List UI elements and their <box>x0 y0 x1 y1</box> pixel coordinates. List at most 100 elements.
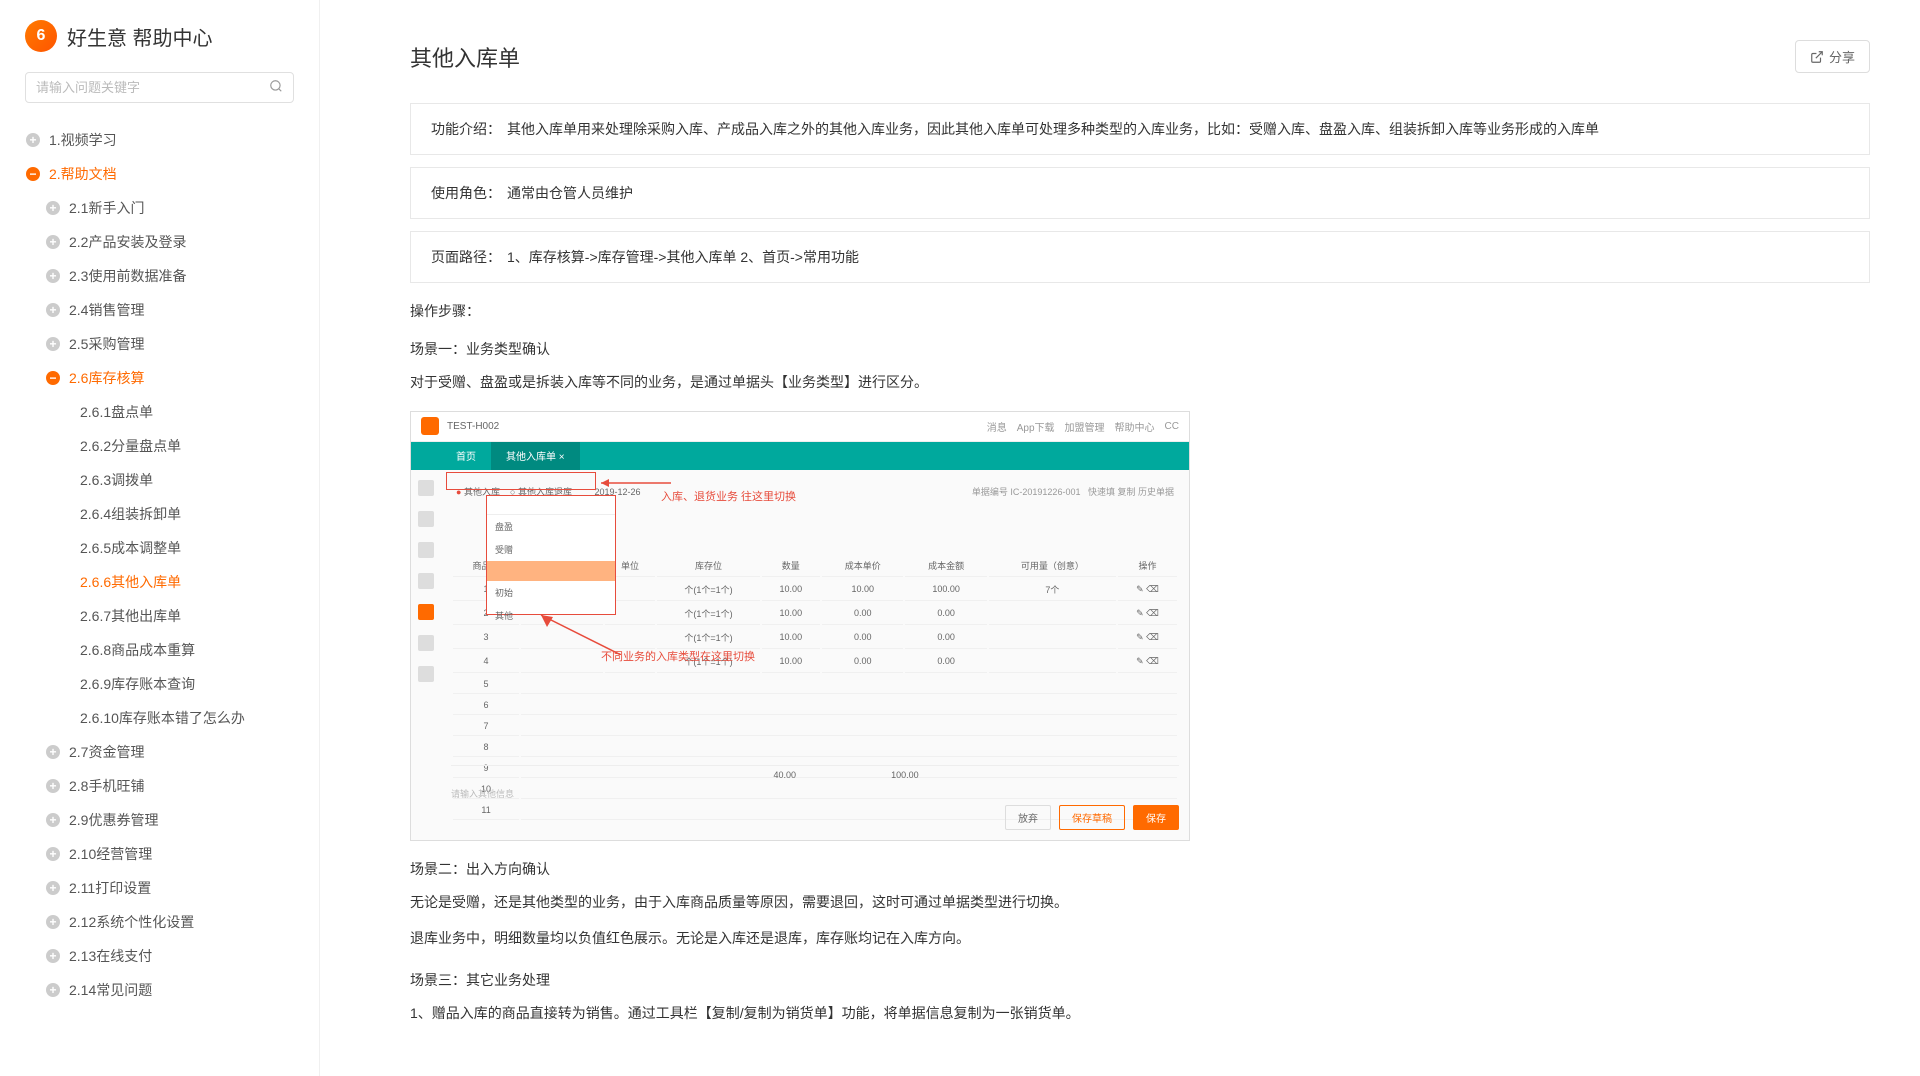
plus-icon: + <box>45 982 61 998</box>
nav-item[interactable]: +2.11打印设置 <box>25 871 294 905</box>
sidebar: 6 好生意 帮助中心 +1.视频学习−2.帮助文档+2.1新手入门+2.2产品安… <box>0 0 320 1076</box>
nav-label: 2.13在线支付 <box>69 946 152 966</box>
nav-item[interactable]: 2.6.1盘点单 <box>25 395 294 429</box>
nav-label: 2.6.9库存账本查询 <box>80 674 195 694</box>
nav-item[interactable]: 2.6.9库存账本查询 <box>25 667 294 701</box>
nav-label: 2.帮助文档 <box>49 164 117 184</box>
nav-label: 2.14常见问题 <box>69 980 152 1000</box>
nav-label: 2.6.7其他出库单 <box>80 606 181 626</box>
nav-label: 2.6库存核算 <box>69 368 144 388</box>
plus-icon: + <box>25 132 41 148</box>
nav-item[interactable]: +2.14常见问题 <box>25 973 294 1007</box>
nav-item[interactable]: 2.6.4组装拆卸单 <box>25 497 294 531</box>
plus-icon: + <box>45 778 61 794</box>
nav-item[interactable]: 2.6.3调拨单 <box>25 463 294 497</box>
search-box[interactable] <box>25 72 294 103</box>
nav-item[interactable]: +2.7资金管理 <box>25 735 294 769</box>
role-block: 使用角色： 通常由仓管人员维护 <box>410 167 1870 219</box>
path-label: 页面路径： <box>431 249 501 265</box>
scene3-title: 场景三：其它业务处理 <box>410 970 1870 990</box>
scene2-line1: 无论是受赠，还是其他类型的业务，由于入库商品质量等原因，需要退回，这时可通过单据… <box>410 889 1870 916</box>
nav-label: 2.6.1盘点单 <box>80 402 153 422</box>
nav-item[interactable]: 2.6.6其他入库单 <box>25 565 294 599</box>
plus-icon: + <box>45 880 61 896</box>
nav-item[interactable]: +2.2产品安装及登录 <box>25 225 294 259</box>
nav-item[interactable]: +2.12系统个性化设置 <box>25 905 294 939</box>
screenshot-image: TEST-H002 消息App下载加盟管理帮助中心CC 首页其他入库单 × ● … <box>410 411 1190 841</box>
share-button[interactable]: 分享 <box>1795 40 1870 73</box>
brand-logo[interactable]: 6 好生意 帮助中心 <box>25 20 294 52</box>
nav-label: 2.5采购管理 <box>69 334 144 354</box>
page-title: 其他入库单 <box>410 41 520 73</box>
nav-tree: +1.视频学习−2.帮助文档+2.1新手入门+2.2产品安装及登录+2.3使用前… <box>25 123 294 1007</box>
scene2-title: 场景二：出入方向确认 <box>410 859 1870 879</box>
path-block: 页面路径： 1、库存核算->库存管理->其他入库单 2、首页->常用功能 <box>410 231 1870 283</box>
nav-label: 2.6.2分量盘点单 <box>80 436 181 456</box>
intro-text: 其他入库单用来处理除采购入库、产成品入库之外的其他入库业务，因此其他入库单可处理… <box>507 121 1599 137</box>
plus-icon: + <box>45 948 61 964</box>
nav-item[interactable]: +2.5采购管理 <box>25 327 294 361</box>
nav-item[interactable]: +2.9优惠券管理 <box>25 803 294 837</box>
nav-item[interactable]: +2.4销售管理 <box>25 293 294 327</box>
minus-icon: − <box>25 166 41 182</box>
share-label: 分享 <box>1829 47 1855 66</box>
nav-label: 2.9优惠券管理 <box>69 810 158 830</box>
plus-icon: + <box>45 744 61 760</box>
share-icon <box>1810 50 1824 64</box>
nav-item[interactable]: +2.3使用前数据准备 <box>25 259 294 293</box>
nav-label: 2.6.4组装拆卸单 <box>80 504 181 524</box>
role-label: 使用角色： <box>431 185 501 201</box>
nav-item[interactable]: 2.6.8商品成本重算 <box>25 633 294 667</box>
path-text: 1、库存核算->库存管理->其他入库单 2、首页->常用功能 <box>507 249 859 265</box>
nav-label: 2.8手机旺铺 <box>69 776 144 796</box>
plus-icon: + <box>45 302 61 318</box>
nav-label: 2.11打印设置 <box>69 878 151 898</box>
nav-item[interactable]: +1.视频学习 <box>25 123 294 157</box>
scene3-line1: 1、赠品入库的商品直接转为销售。通过工具栏【复制/复制为销货单】功能，将单据信息… <box>410 1000 1870 1027</box>
nav-item[interactable]: +2.13在线支付 <box>25 939 294 973</box>
search-icon[interactable] <box>269 79 283 96</box>
plus-icon: + <box>45 200 61 216</box>
plus-icon: + <box>45 846 61 862</box>
plus-icon: + <box>45 268 61 284</box>
intro-label: 功能介绍： <box>431 121 501 137</box>
nav-item[interactable]: +2.10经营管理 <box>25 837 294 871</box>
nav-label: 2.7资金管理 <box>69 742 144 762</box>
brand-name: 好生意 帮助中心 <box>67 22 213 51</box>
steps-title: 操作步骤： <box>410 301 1870 321</box>
nav-item[interactable]: 2.6.5成本调整单 <box>25 531 294 565</box>
nav-item[interactable]: −2.6库存核算 <box>25 361 294 395</box>
minus-icon: − <box>45 370 61 386</box>
nav-label: 2.6.6其他入库单 <box>80 572 181 592</box>
scene1-title: 场景一：业务类型确认 <box>410 339 1870 359</box>
nav-item[interactable]: +2.8手机旺铺 <box>25 769 294 803</box>
page-header: 其他入库单 分享 <box>410 40 1870 73</box>
main-content: 其他入库单 分享 功能介绍： 其他入库单用来处理除采购入库、产成品入库之外的其他入… <box>320 0 1920 1076</box>
nav-label: 1.视频学习 <box>49 130 117 150</box>
nav-item[interactable]: −2.帮助文档 <box>25 157 294 191</box>
nav-label: 2.12系统个性化设置 <box>69 912 194 932</box>
role-text: 通常由仓管人员维护 <box>507 185 633 201</box>
nav-label: 2.2产品安装及登录 <box>69 232 186 252</box>
scene1-text: 对于受赠、盘盈或是拆装入库等不同的业务，是通过单据头【业务类型】进行区分。 <box>410 369 1870 396</box>
nav-label: 2.4销售管理 <box>69 300 144 320</box>
nav-label: 2.10经营管理 <box>69 844 152 864</box>
nav-label: 2.6.3调拨单 <box>80 470 153 490</box>
nav-label: 2.6.8商品成本重算 <box>80 640 195 660</box>
nav-item[interactable]: 2.6.2分量盘点单 <box>25 429 294 463</box>
nav-item[interactable]: 2.6.10库存账本错了怎么办 <box>25 701 294 735</box>
nav-item[interactable]: 2.6.7其他出库单 <box>25 599 294 633</box>
plus-icon: + <box>45 812 61 828</box>
nav-label: 2.6.5成本调整单 <box>80 538 181 558</box>
scene2-line2: 退库业务中，明细数量均以负值红色展示。无论是入库还是退库，库存账均记在入库方向。 <box>410 925 1870 952</box>
nav-label: 2.1新手入门 <box>69 198 144 218</box>
plus-icon: + <box>45 336 61 352</box>
search-input[interactable] <box>36 80 269 95</box>
plus-icon: + <box>45 234 61 250</box>
nav-label: 2.6.10库存账本错了怎么办 <box>80 708 245 728</box>
nav-label: 2.3使用前数据准备 <box>69 266 186 286</box>
logo-icon: 6 <box>25 20 57 52</box>
plus-icon: + <box>45 914 61 930</box>
nav-item[interactable]: +2.1新手入门 <box>25 191 294 225</box>
intro-block: 功能介绍： 其他入库单用来处理除采购入库、产成品入库之外的其他入库业务，因此其他入… <box>410 103 1870 155</box>
